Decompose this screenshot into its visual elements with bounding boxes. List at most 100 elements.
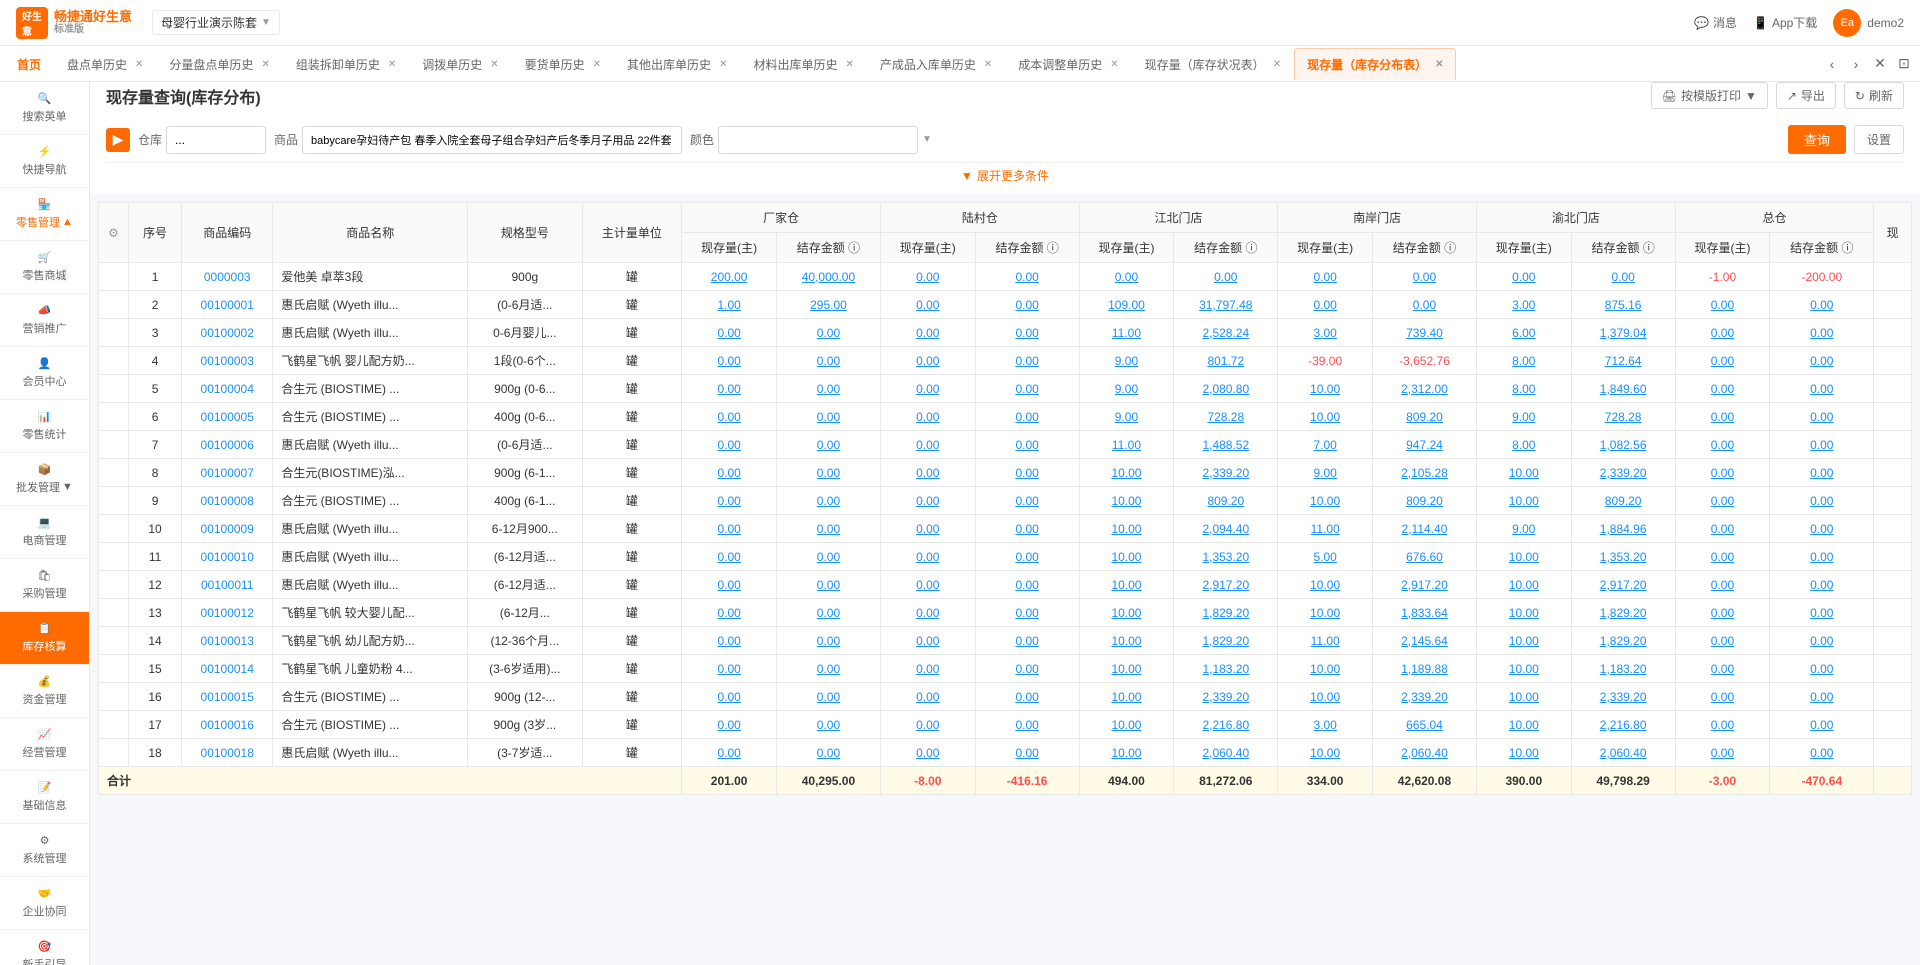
cell-yb-amt: 2,917.20 [1571, 571, 1675, 599]
cell-yb-stock: 10.00 [1477, 627, 1572, 655]
cell-spec: 0-6月婴儿... [468, 319, 582, 347]
tab-material-out[interactable]: 材料出库单历史 ✕ [740, 48, 866, 80]
cell-idx: 2 [129, 291, 182, 319]
sidebar-item-shortcut[interactable]: ⚡ 快捷导航 [0, 135, 89, 188]
sidebar-item-operations[interactable]: 📈 经营管理 [0, 718, 89, 771]
footer-label: 合计 [99, 767, 682, 795]
cell-current [1874, 263, 1912, 291]
cell-unit: 罐 [582, 263, 682, 291]
table-row: 7 00100006 惠氏启赋 (Wyeth illu... (0-6月适...… [99, 431, 1912, 459]
cell-na-amt: -3,652.76 [1372, 347, 1476, 375]
app-download-btn[interactable]: 📱 App下载 [1753, 14, 1817, 31]
tab-cost-adjust[interactable]: 成本调整单历史 ✕ [1005, 48, 1131, 80]
cell-gear [99, 711, 129, 739]
close-icon[interactable]: ✕ [261, 59, 269, 70]
sidebar-item-marketing[interactable]: 📣 营销推广 [0, 294, 89, 347]
company-selector[interactable]: 母婴行业演示陈套 ▼ [152, 10, 280, 35]
sidebar-item-inventory[interactable]: 📋 库存核算 [0, 612, 89, 665]
close-icon[interactable]: ✕ [1110, 59, 1118, 70]
tab-nav-expand[interactable]: ⊡ [1892, 52, 1916, 76]
expand-more-conditions[interactable]: ▼ 展开更多条件 [106, 162, 1904, 188]
cell-gear [99, 543, 129, 571]
cell-zc-stock: 0.00 [1675, 431, 1770, 459]
query-btn[interactable]: 查询 [1788, 125, 1846, 154]
print-btn[interactable]: 🖨 按模版打印 ▼ [1651, 82, 1768, 109]
message-label: 消息 [1713, 14, 1737, 31]
tab-requisition[interactable]: 要货单历史 ✕ [512, 48, 614, 80]
cell-yb-amt: 0.00 [1571, 263, 1675, 291]
tab-stock-dist[interactable]: 现存量（库存分布表） ✕ [1294, 48, 1456, 80]
tab-product-in[interactable]: 产成品入库单历史 ✕ [867, 48, 1005, 80]
expand-more-icon: ▼ [961, 169, 973, 183]
tab-nav-close[interactable]: ✕ [1868, 52, 1892, 76]
refresh-btn[interactable]: ↻ 刷新 [1844, 82, 1904, 109]
th-warehouse-lcc: 陆村仓 [881, 203, 1080, 233]
sidebar-item-retail-mgmt[interactable]: 🏪 零售管理▲ [0, 188, 89, 241]
cell-spec: 1段(0-6个... [468, 347, 582, 375]
cell-current [1874, 487, 1912, 515]
sidebar-item-ecommerce[interactable]: 💻 电商管理 [0, 506, 89, 559]
tab-assembly[interactable]: 组装拆卸单历史 ✕ [283, 48, 409, 80]
warehouse-input[interactable] [166, 126, 266, 154]
sidebar-item-wholesale[interactable]: 📦 批发管理▼ [0, 453, 89, 506]
cell-jbd-amt: 1,829.20 [1174, 627, 1278, 655]
sidebar-item-finance[interactable]: 💰 资金管理 [0, 665, 89, 718]
sidebar-label: 基础信息 [23, 797, 67, 813]
close-icon[interactable]: ✕ [490, 59, 498, 70]
tab-nav-prev[interactable]: ‹ [1820, 52, 1844, 76]
sidebar-item-system[interactable]: ⚙ 系统管理 [0, 824, 89, 877]
tab-inventory-single[interactable]: 盘点单历史 ✕ [54, 48, 156, 80]
sidebar-item-retail-stats[interactable]: 📊 零售统计 [0, 400, 89, 453]
cell-zc-stock: 0.00 [1675, 515, 1770, 543]
goods-input[interactable] [302, 126, 682, 154]
close-icon[interactable]: ✕ [593, 59, 601, 70]
cell-idx: 9 [129, 487, 182, 515]
refresh-icon: ↻ [1855, 89, 1865, 103]
close-icon[interactable]: ✕ [845, 59, 853, 70]
sidebar-item-search[interactable]: 🔍 搜索英单 [0, 82, 89, 135]
cell-idx: 8 [129, 459, 182, 487]
export-btn[interactable]: ↗ 导出 [1776, 82, 1836, 109]
sidebar-item-base-info[interactable]: 📝 基础信息 [0, 771, 89, 824]
message-btn[interactable]: 💬 消息 [1694, 14, 1737, 31]
close-icon[interactable]: ✕ [719, 59, 727, 70]
tab-other-out[interactable]: 其他出库单历史 ✕ [614, 48, 740, 80]
cell-czc-stock: 0.00 [682, 319, 777, 347]
color-input[interactable] [718, 126, 918, 154]
tab-nav-next[interactable]: › [1844, 52, 1868, 76]
close-icon[interactable]: ✕ [135, 59, 143, 70]
sidebar-item-purchase[interactable]: 🛍 采购管理 [0, 559, 89, 612]
close-icon[interactable]: ✕ [984, 59, 992, 70]
cell-zc-amt: 0.00 [1770, 319, 1874, 347]
sidebar-item-member[interactable]: 👤 会员中心 [0, 347, 89, 400]
th-czc-amt: 结存金额 ⓘ [776, 233, 880, 263]
warehouse-label: 仓库 [138, 131, 162, 148]
sidebar-item-collab[interactable]: 🤝 企业协同 [0, 877, 89, 930]
close-icon[interactable]: ✕ [1435, 59, 1443, 70]
close-icon[interactable]: ✕ [1273, 59, 1281, 70]
table-row: 8 00100007 合生元(BIOSTIME)泓... 900g (6-1..… [99, 459, 1912, 487]
tab-dist-inventory[interactable]: 分量盘点单历史 ✕ [156, 48, 282, 80]
cell-zc-stock: 0.00 [1675, 543, 1770, 571]
cell-na-amt: 2,339.20 [1372, 683, 1476, 711]
gear-icon[interactable]: ⚙ [108, 226, 119, 240]
tab-transfer[interactable]: 调拨单历史 ✕ [409, 48, 511, 80]
tab-stock-status[interactable]: 现存量（库存状况表） ✕ [1132, 48, 1294, 80]
cell-current [1874, 739, 1912, 767]
cell-jbd-amt: 2,060.40 [1174, 739, 1278, 767]
setting-btn[interactable]: 设置 [1854, 125, 1904, 154]
sidebar-item-guide[interactable]: 🎯 新手引导 [0, 930, 89, 965]
close-icon[interactable]: ✕ [388, 59, 396, 70]
cell-yb-stock: 9.00 [1477, 515, 1572, 543]
cell-na-stock: 11.00 [1278, 627, 1373, 655]
sidebar-item-retail-store[interactable]: 🛒 零售商城 [0, 241, 89, 294]
tab-home[interactable]: 首页 [4, 48, 54, 80]
cell-jbd-stock: 10.00 [1079, 543, 1174, 571]
cell-current [1874, 599, 1912, 627]
cell-czc-stock: 0.00 [682, 627, 777, 655]
main-layout: 🔍 搜索英单 ⚡ 快捷导航 🏪 零售管理▲ 🛒 零售商城 📣 营销推广 👤 会员… [0, 82, 1920, 965]
cell-czc-stock: 0.00 [682, 655, 777, 683]
filter-color: 颜色 ▼ [690, 126, 932, 154]
expand-collapse-btn[interactable]: ▶ [106, 128, 130, 152]
user-area[interactable]: Ea demo2 [1833, 9, 1904, 37]
